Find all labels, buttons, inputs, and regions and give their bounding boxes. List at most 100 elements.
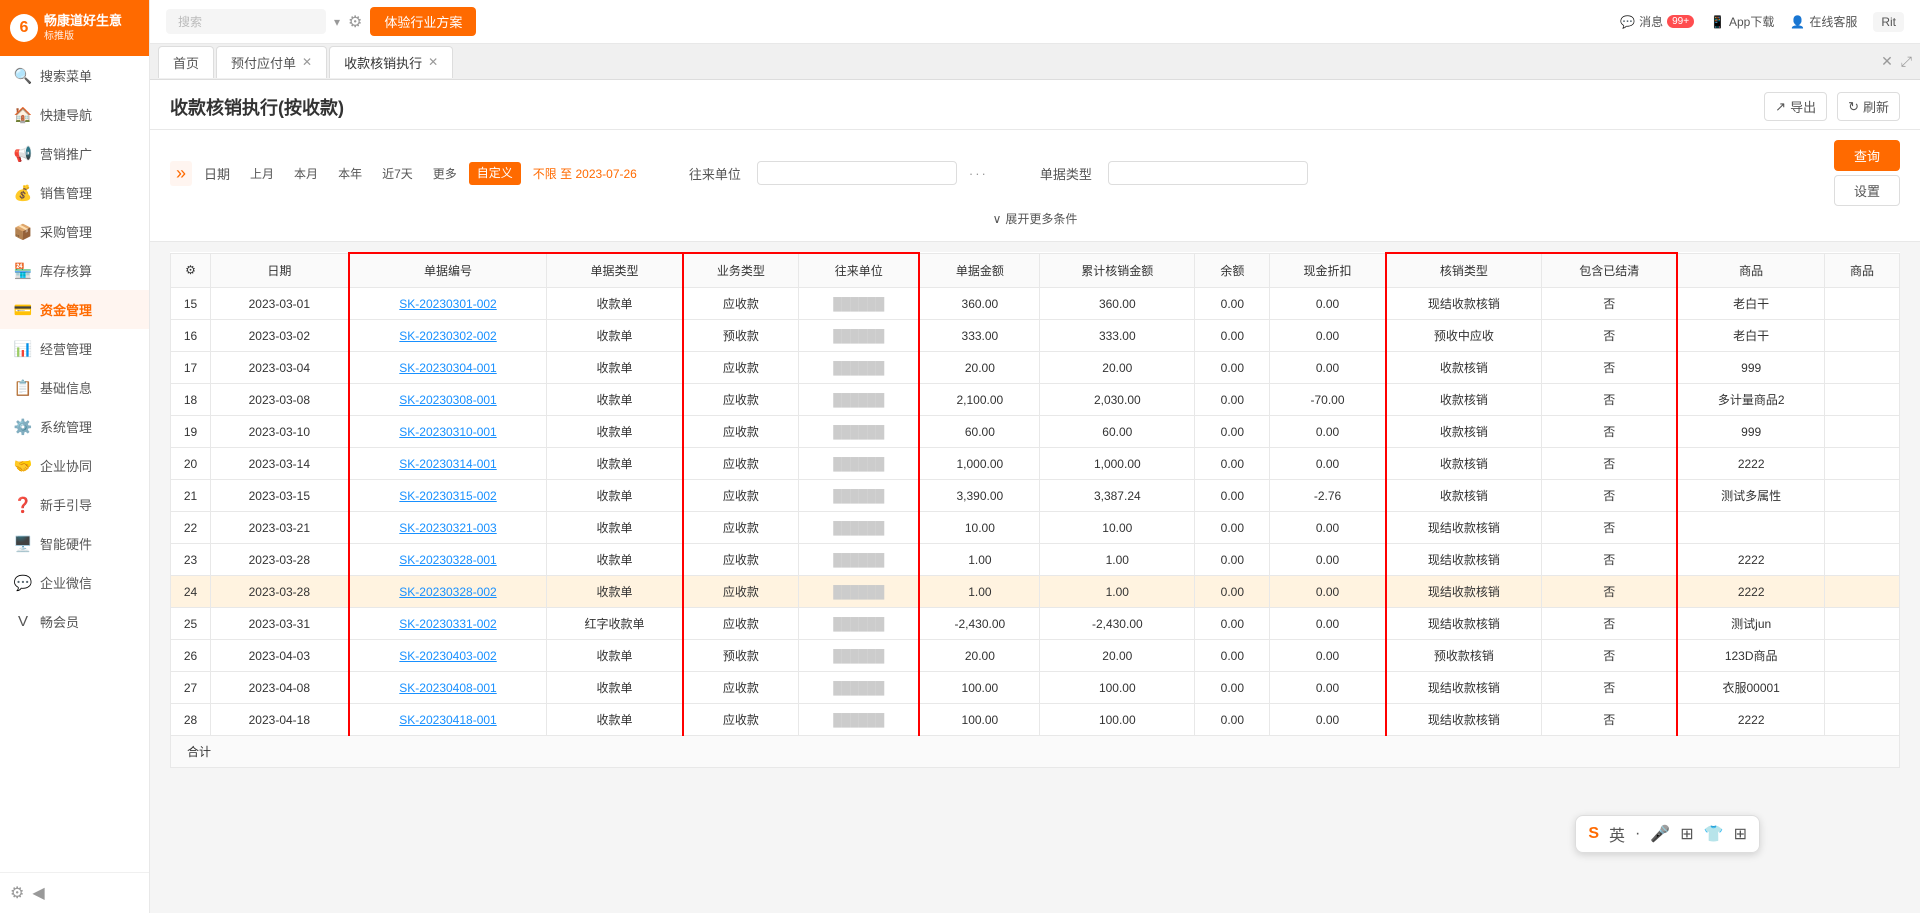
cell-cancel-type: 收款核销 <box>1386 448 1542 480</box>
sidebar-icon-search: 🔍 <box>14 67 32 85</box>
voucher-no-link[interactable]: SK-20230331-002 <box>399 617 496 631</box>
sidebar-label-enterprise: 企业协同 <box>40 456 92 475</box>
sidebar-settings-icon[interactable]: ⚙ <box>10 883 24 903</box>
cell-cash-discount: 0.00 <box>1270 704 1386 736</box>
cell-product: 测试jun <box>1677 608 1824 640</box>
sidebar-item-guide[interactable]: ❓新手引导 <box>0 485 149 524</box>
tab-receipt[interactable]: 收款核销执行 ✕ <box>329 46 453 78</box>
float-mic-icon[interactable]: 🎤 <box>1650 824 1670 844</box>
filter-date-this-month[interactable]: 本月 <box>286 162 326 185</box>
sidebar-icon-hardware: 🖥️ <box>14 535 32 553</box>
voucher-no-link[interactable]: SK-20230321-003 <box>399 521 496 535</box>
cell-include-settled: 否 <box>1542 416 1678 448</box>
filter-date-custom[interactable]: 自定义 <box>469 162 521 185</box>
tabbar-expand-btn[interactable]: ⤢ <box>1901 53 1912 70</box>
float-icon-2[interactable]: · <box>1635 825 1640 843</box>
sidebar-item-system[interactable]: ⚙️系统管理 <box>0 407 149 446</box>
voucher-no-link[interactable]: SK-20230304-001 <box>399 361 496 375</box>
topbar-message[interactable]: 💬 消息 99+ <box>1620 13 1694 30</box>
filter-partner-input[interactable] <box>757 161 957 185</box>
cell-accum-cancel: 20.00 <box>1040 352 1195 384</box>
cell-include-settled: 否 <box>1542 448 1678 480</box>
export-button[interactable]: ↗ 导出 <box>1764 92 1827 121</box>
table-row: 22 2023-03-21 SK-20230321-003 收款单 应收款 ██… <box>171 512 1900 544</box>
voucher-no-link[interactable]: SK-20230314-001 <box>399 457 496 471</box>
float-icon-1[interactable]: 英 <box>1609 822 1625 846</box>
cell-date: 2023-04-08 <box>211 672 349 704</box>
sidebar-collapse-icon[interactable]: ◀ <box>32 883 44 903</box>
topbar-dropdown-arrow[interactable]: ▾ <box>334 15 340 29</box>
topbar-service[interactable]: 👤 在线客服 <box>1790 13 1857 30</box>
sidebar-item-hardware[interactable]: 🖥️ 智能硬件 <box>0 524 149 563</box>
sidebar-item-search[interactable]: 🔍搜索菜单 <box>0 56 149 95</box>
sidebar-item-quicknav[interactable]: 🏠快捷导航 <box>0 95 149 134</box>
filter-voucher-type-select[interactable] <box>1108 161 1308 185</box>
cell-voucher-type: 收款单 <box>547 416 683 448</box>
topbar-app-download[interactable]: 📱 App下载 <box>1710 13 1774 30</box>
tab-home[interactable]: 首页 <box>158 46 214 78</box>
cell-partner: ██████ <box>799 608 920 640</box>
sidebar-item-sales[interactable]: 💰销售管理 <box>0 173 149 212</box>
filter-date-more[interactable]: 更多 <box>425 162 465 185</box>
solution-button[interactable]: 体验行业方案 <box>370 7 476 36</box>
tab-receipt-close[interactable]: ✕ <box>428 55 438 69</box>
voucher-no-link[interactable]: SK-20230328-001 <box>399 553 496 567</box>
cell-balance: 0.00 <box>1195 512 1270 544</box>
cell-accum-cancel: 10.00 <box>1040 512 1195 544</box>
sidebar-label-system: 系统管理 <box>40 417 92 436</box>
filter-dots[interactable]: ··· <box>969 166 988 181</box>
sidebar-icon-guide: ❓ <box>14 496 32 514</box>
voucher-no-link[interactable]: SK-20230403-002 <box>399 649 496 663</box>
sidebar-item-wechat[interactable]: 💬企业微信 <box>0 563 149 602</box>
query-button[interactable]: 查询 <box>1834 140 1900 171</box>
float-apps-icon[interactable]: ⊞ <box>1734 824 1747 844</box>
filter-date-7days[interactable]: 近7天 <box>374 162 421 185</box>
voucher-no-link[interactable]: SK-20230302-002 <box>399 329 496 343</box>
voucher-no-link[interactable]: SK-20230408-001 <box>399 681 496 695</box>
tab-prepay[interactable]: 预付应付单 ✕ <box>216 46 327 78</box>
sidebar-item-member[interactable]: V畅会员 <box>0 602 149 641</box>
voucher-no-link[interactable]: SK-20230418-001 <box>399 713 496 727</box>
sidebar-item-marketing[interactable]: 📢营销推广 <box>0 134 149 173</box>
sidebar-item-inventory[interactable]: 🏪库存核算 <box>0 251 149 290</box>
cell-accum-cancel: 333.00 <box>1040 320 1195 352</box>
sidebar-label-hardware: 智能硬件 <box>40 534 92 553</box>
sidebar-item-purchase[interactable]: 📦采购管理 <box>0 212 149 251</box>
cell-cash-discount: 0.00 <box>1270 576 1386 608</box>
float-grid-icon[interactable]: ⊞ <box>1680 824 1693 844</box>
filter-expand-arrow[interactable]: » <box>170 161 192 186</box>
cell-date: 2023-03-31 <box>211 608 349 640</box>
tab-prepay-close[interactable]: ✕ <box>302 55 312 69</box>
filter-date-this-year[interactable]: 本年 <box>330 162 370 185</box>
sidebar-nav: 🔍搜索菜单🏠快捷导航📢营销推广💰销售管理📦采购管理🏪库存核算💳资金管理📊经营管理… <box>0 56 149 872</box>
cell-include-settled: 否 <box>1542 384 1678 416</box>
voucher-no-link[interactable]: SK-20230315-002 <box>399 489 496 503</box>
cell-no: 22 <box>171 512 211 544</box>
voucher-no-link[interactable]: SK-20230308-001 <box>399 393 496 407</box>
cell-voucher-type: 收款单 <box>547 640 683 672</box>
sidebar-item-finance[interactable]: 💳资金管理 <box>0 290 149 329</box>
cell-product2 <box>1824 704 1899 736</box>
voucher-no-link[interactable]: SK-20230328-002 <box>399 585 496 599</box>
float-shirt-icon[interactable]: 👕 <box>1704 824 1724 844</box>
table-wrapper: ⚙ 日期 单据编号 单据类型 业务类型 往来单位 单据金额 累计核销金额 余额 … <box>150 242 1920 913</box>
settings-button[interactable]: 设置 <box>1834 175 1900 206</box>
cell-partner: ██████ <box>799 704 920 736</box>
filter-date-last-month[interactable]: 上月 <box>242 162 282 185</box>
refresh-button[interactable]: ↻ 刷新 <box>1837 92 1900 121</box>
sidebar-item-enterprise[interactable]: 🤝企业协同 <box>0 446 149 485</box>
expand-conditions-btn[interactable]: ∨ 展开更多条件 <box>993 210 1078 227</box>
topbar-gear-icon[interactable]: ⚙ <box>348 12 362 32</box>
voucher-no-link[interactable]: SK-20230301-002 <box>399 297 496 311</box>
col-header-settings[interactable]: ⚙ <box>171 253 211 288</box>
cell-cancel-type: 现结收款核销 <box>1386 608 1542 640</box>
sidebar-item-operations[interactable]: 📊经营管理 <box>0 329 149 368</box>
voucher-no-link[interactable]: SK-20230310-001 <box>399 425 496 439</box>
topbar-user[interactable]: Rit <box>1873 12 1904 32</box>
sidebar-item-basics[interactable]: 📋基础信息 <box>0 368 149 407</box>
tabbar-close-btn[interactable]: ✕ <box>1881 53 1893 70</box>
float-s-label: S <box>1588 825 1599 843</box>
cell-biz-type: 应收款 <box>683 608 799 640</box>
cell-product: 老白干 <box>1677 320 1824 352</box>
sidebar-icon-finance: 💳 <box>14 301 32 319</box>
